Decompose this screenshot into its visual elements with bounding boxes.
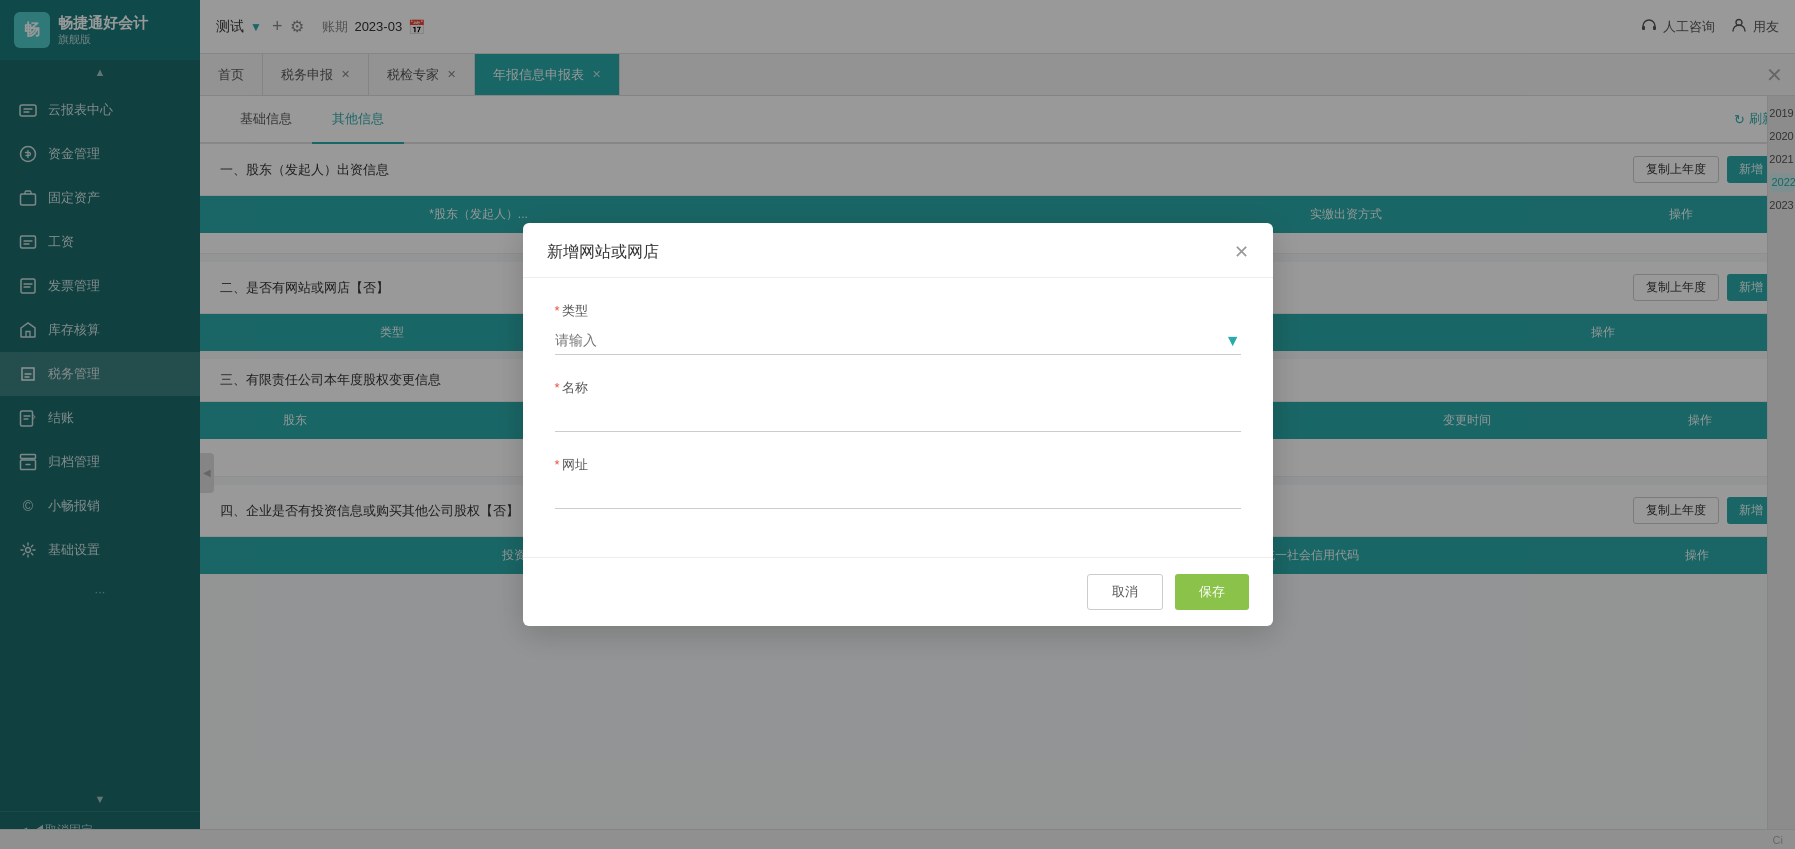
modal-header: 新增网站或网店 ✕ bbox=[523, 223, 1273, 278]
modal-footer: 取消 保存 bbox=[523, 557, 1273, 626]
modal-body: *类型 ▼ *名称 *网址 bbox=[523, 278, 1273, 557]
field-type-label: *类型 bbox=[555, 302, 1241, 320]
modal-close-button[interactable]: ✕ bbox=[1234, 241, 1249, 263]
save-button[interactable]: 保存 bbox=[1175, 574, 1249, 610]
dropdown-arrow-icon[interactable]: ▼ bbox=[1225, 332, 1241, 350]
cancel-button[interactable]: 取消 bbox=[1087, 574, 1163, 610]
add-website-modal: 新增网站或网店 ✕ *类型 ▼ *名称 bbox=[523, 223, 1273, 626]
form-field-name: *名称 bbox=[555, 379, 1241, 432]
type-select-wrapper: ▼ bbox=[555, 326, 1241, 355]
field-url-label: *网址 bbox=[555, 456, 1241, 474]
modal-overlay[interactable]: 新增网站或网店 ✕ *类型 ▼ *名称 bbox=[0, 0, 1795, 849]
modal-title: 新增网站或网店 bbox=[547, 242, 659, 263]
field-name-label: *名称 bbox=[555, 379, 1241, 397]
url-input[interactable] bbox=[555, 480, 1241, 509]
type-input[interactable] bbox=[555, 326, 1241, 355]
name-input[interactable] bbox=[555, 403, 1241, 432]
form-field-url: *网址 bbox=[555, 456, 1241, 509]
form-field-type: *类型 ▼ bbox=[555, 302, 1241, 355]
